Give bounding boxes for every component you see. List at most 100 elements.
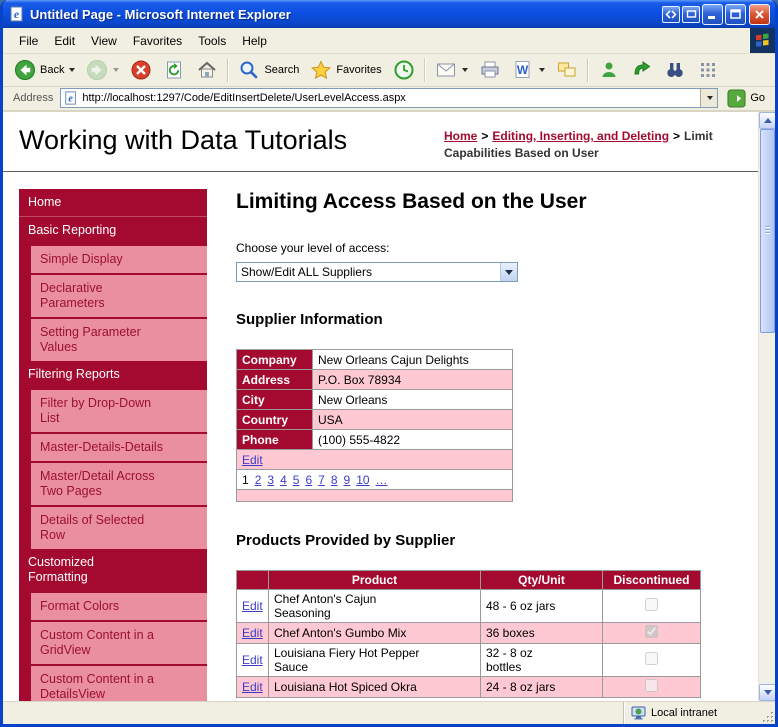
sidebar-item-format-colors[interactable]: Format Colors <box>31 593 207 620</box>
address-input[interactable]: e http://localhost:1297/Code/EditInsertD… <box>60 88 719 108</box>
sidebar-item-simple-display[interactable]: Simple Display <box>31 246 207 273</box>
supplier-field-value: (100) 555-4822 <box>312 429 513 450</box>
research-button[interactable] <box>659 56 691 84</box>
sidebar-item-declarative-parameters[interactable]: Declarative Parameters <box>31 275 207 317</box>
page-icon: e <box>65 91 77 105</box>
page-title: Limiting Access Based on the User <box>236 190 587 213</box>
pager-next-link[interactable]: … <box>376 473 388 487</box>
edit-button[interactable]: W <box>507 56 550 84</box>
pager-page-link[interactable]: 5 <box>293 473 300 487</box>
column-header-qty: Qty/Unit <box>480 570 603 590</box>
maximize-restore-button[interactable] <box>725 3 746 25</box>
sidebar-item-filtering-reports[interactable]: Filtering Reports <box>19 361 207 388</box>
table-row: Company New Orleans Cajun Delights <box>236 349 513 370</box>
pager-page-link[interactable]: 7 <box>318 473 325 487</box>
pager-page-link[interactable]: 8 <box>331 473 338 487</box>
table-row: Country USA <box>236 409 513 430</box>
window-extra-button-1[interactable] <box>662 5 680 23</box>
sidebar-item-filter-by-drop-down-list[interactable]: Filter by Drop-Down List <box>31 390 207 432</box>
column-header-discontinued: Discontinued <box>602 570 701 590</box>
close-button[interactable] <box>749 3 770 25</box>
sidebar-item-master-detail-across-two-pages[interactable]: Master/Detail Across Two Pages <box>31 463 207 505</box>
dropdown-arrow-icon <box>706 96 713 100</box>
sidebar-item-master-details-details[interactable]: Master-Details-Details <box>31 434 207 461</box>
discuss-icon <box>557 62 576 77</box>
arrow-up-icon <box>763 118 772 123</box>
menu-view[interactable]: View <box>83 30 125 52</box>
edit-dropdown-icon[interactable] <box>538 68 545 72</box>
menu-file[interactable]: File <box>11 30 46 52</box>
forward-button[interactable] <box>81 56 124 84</box>
page-body: Home Basic Reporting Simple Display Decl… <box>3 172 758 701</box>
pager-page-link[interactable]: 3 <box>267 473 274 487</box>
scrollbar-thumb[interactable] <box>760 129 775 333</box>
sync-button[interactable] <box>626 56 658 84</box>
favorites-button[interactable]: Favorites <box>305 56 386 84</box>
window-extra-button-2[interactable] <box>682 5 700 23</box>
address-dropdown-button[interactable] <box>700 89 718 107</box>
discuss-button[interactable] <box>551 56 583 84</box>
messenger-button[interactable] <box>593 56 625 84</box>
vertical-scrollbar[interactable] <box>758 112 775 701</box>
mail-button[interactable] <box>430 56 473 84</box>
scroll-down-button[interactable] <box>759 684 775 701</box>
history-button[interactable] <box>388 56 420 84</box>
sidebar-item-label: Master/Detail Across Two Pages <box>40 469 155 498</box>
breadcrumb-link-editing[interactable]: Editing, Inserting, and Deleting <box>492 129 669 143</box>
sidebar-item-setting-parameter-values[interactable]: Setting Parameter Values <box>31 319 207 361</box>
supplier-edit-link[interactable]: Edit <box>242 453 263 467</box>
home-button[interactable] <box>191 56 223 84</box>
supplier-field-label: City <box>236 389 313 410</box>
standard-buttons-toolbar: Back Search Favorites W <box>3 54 775 87</box>
product-edit-link[interactable]: Edit <box>242 653 263 667</box>
supplier-details-table: Company New Orleans Cajun Delights Addre… <box>236 349 513 502</box>
toolbar-separator <box>227 58 230 82</box>
forward-dropdown-icon[interactable] <box>113 68 120 72</box>
menu-tools[interactable]: Tools <box>190 30 234 52</box>
ie-page-icon: e <box>10 6 23 22</box>
grid-button[interactable] <box>692 56 724 84</box>
status-bar: Local intranet <box>3 701 775 724</box>
menu-help[interactable]: Help <box>234 30 275 52</box>
mail-dropdown-icon[interactable] <box>461 68 468 72</box>
pager-page-link[interactable]: 6 <box>305 473 312 487</box>
sidebar-item-custom-content-detailsview[interactable]: Custom Content in a DetailsView <box>31 666 207 701</box>
messenger-icon <box>602 62 616 77</box>
back-dropdown-icon[interactable] <box>69 68 76 72</box>
pager-page-link[interactable]: 9 <box>344 473 351 487</box>
minimize-button[interactable] <box>702 3 723 25</box>
sidebar-item-label: Custom Content in a DetailsView <box>40 672 154 701</box>
pager-page-link[interactable]: 4 <box>280 473 287 487</box>
go-button[interactable]: Go <box>725 88 771 108</box>
title-bar: e Untitled Page - Microsoft Internet Exp… <box>3 0 775 28</box>
search-button[interactable]: Search <box>233 56 304 84</box>
refresh-button[interactable] <box>158 56 190 84</box>
sidebar-item-customized-formatting[interactable]: Customized Formatting <box>19 549 207 591</box>
print-button[interactable] <box>474 56 506 84</box>
stop-button[interactable] <box>125 56 157 84</box>
browser-viewport: Working with Data Tutorials Home > Editing… <box>3 112 775 701</box>
product-edit-link[interactable]: Edit <box>242 626 263 640</box>
pager-page-link[interactable]: 10 <box>356 473 369 487</box>
pager-page-link[interactable]: 2 <box>255 473 262 487</box>
address-bar: Address e http://localhost:1297/Code/Edi… <box>3 87 775 112</box>
breadcrumb-link-home[interactable]: Home <box>444 129 477 143</box>
menu-edit[interactable]: Edit <box>46 30 83 52</box>
product-name: Chef Anton's Gumbo Mix <box>274 626 407 641</box>
print-icon <box>481 61 499 78</box>
menu-favorites[interactable]: Favorites <box>125 30 190 52</box>
access-level-select[interactable]: Show/Edit ALL Suppliers <box>236 262 518 282</box>
sidebar-item-custom-content-gridview[interactable]: Custom Content in a GridView <box>31 622 207 664</box>
product-edit-link[interactable]: Edit <box>242 680 263 694</box>
scroll-up-button[interactable] <box>759 112 775 129</box>
resize-grip[interactable] <box>760 702 775 724</box>
select-dropdown-button[interactable] <box>500 263 517 281</box>
address-url[interactable]: http://localhost:1297/Code/EditInsertDel… <box>82 92 696 104</box>
sidebar-item-basic-reporting[interactable]: Basic Reporting <box>19 216 207 244</box>
sidebar-item-details-of-selected-row[interactable]: Details of Selected Row <box>31 507 207 549</box>
back-button[interactable]: Back <box>9 56 80 84</box>
status-zone-label: Local intranet <box>651 707 718 719</box>
sidebar-item-home[interactable]: Home <box>19 189 207 216</box>
product-edit-link[interactable]: Edit <box>242 599 263 613</box>
status-zone-pane: Local intranet <box>623 702 775 724</box>
